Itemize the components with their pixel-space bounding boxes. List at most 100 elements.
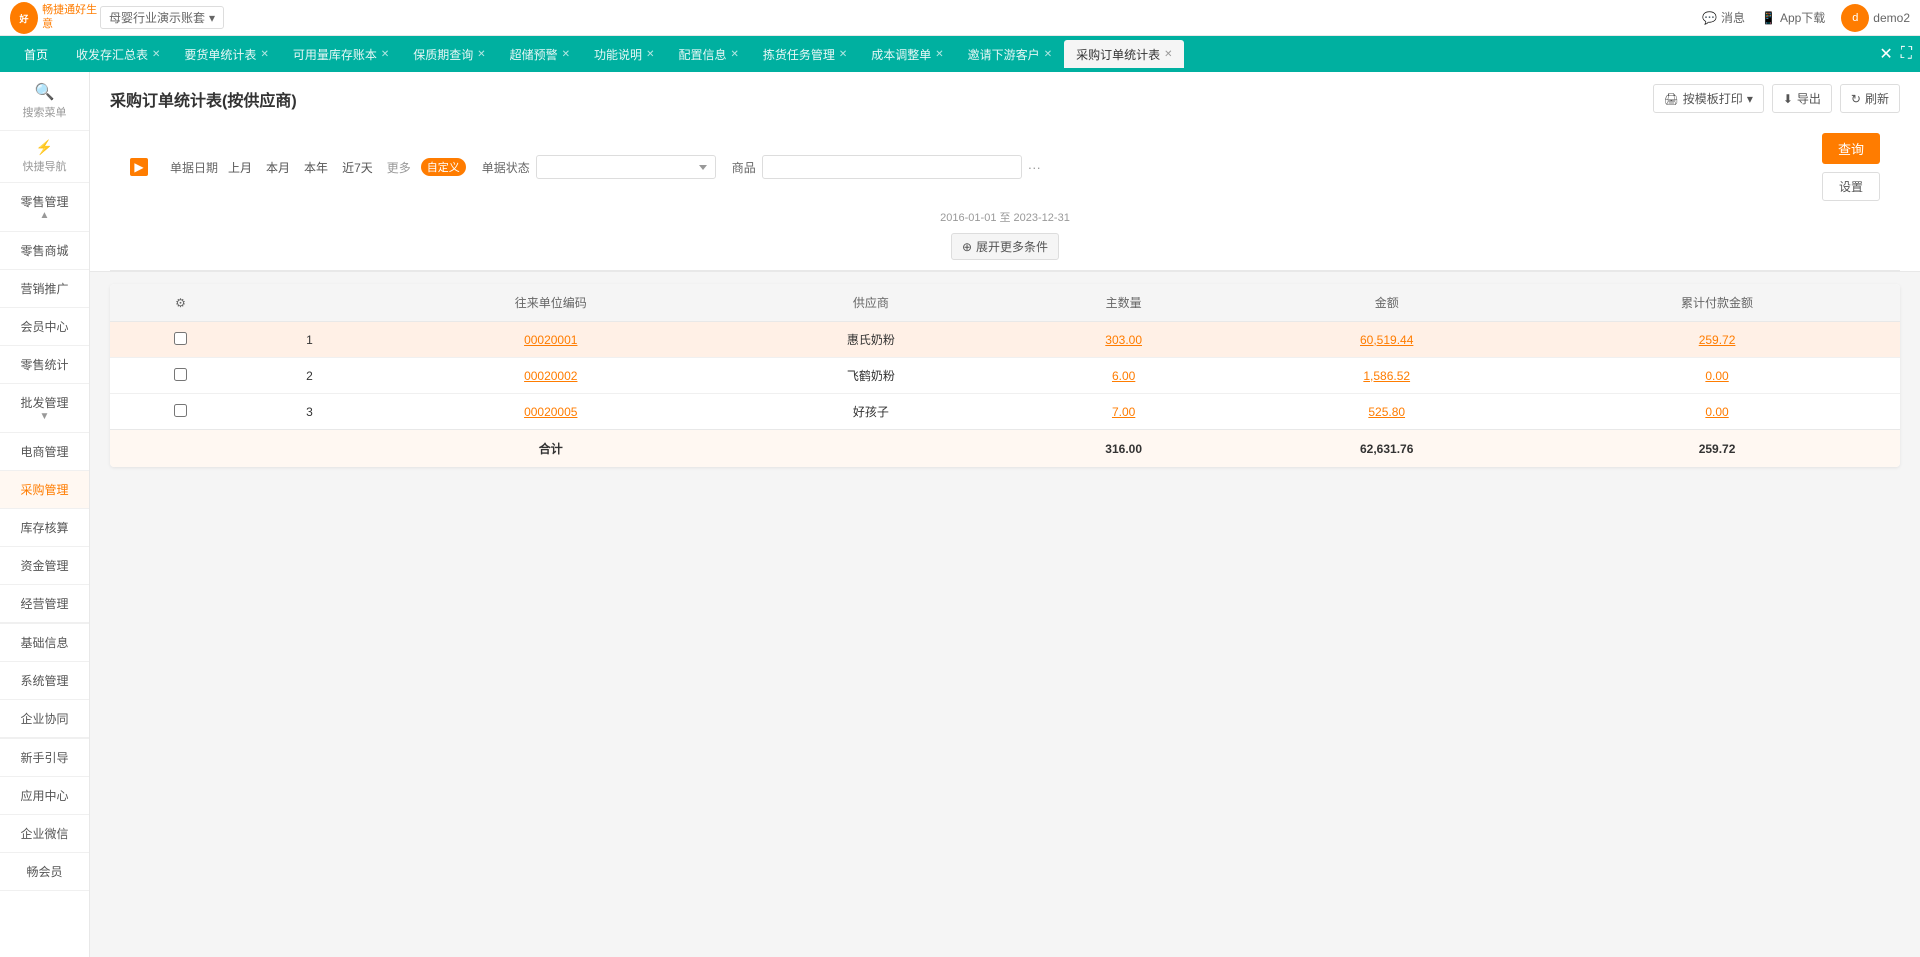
shortcut-this-year[interactable]: 本年 (300, 157, 332, 178)
message-button[interactable]: 💬 消息 (1702, 9, 1745, 26)
sidebar-item-finance[interactable]: 资金管理 (0, 547, 89, 585)
query-button[interactable]: 查询 (1822, 133, 1880, 164)
sidebar-purchase-mgmt-label: 采购管理 (20, 481, 68, 498)
sidebar-item-retail-mall[interactable]: 零售商城 (0, 232, 89, 270)
sidebar-item-ops-mgmt[interactable]: 经营管理 (0, 585, 89, 623)
th-quantity: 主数量 (1008, 284, 1239, 322)
close-gongneng-icon[interactable]: ✕ (646, 49, 654, 60)
workspace-selector[interactable]: 母婴行业演示账套 ▾ (100, 6, 224, 29)
th-settings[interactable]: ⚙ (110, 284, 251, 322)
tab-yaohuo[interactable]: 要货单统计表 ✕ (172, 40, 280, 68)
tab-peizhi[interactable]: 配置信息 ✕ (666, 40, 750, 68)
sidebar-item-member2[interactable]: 畅会员 (0, 853, 89, 891)
custom-date-tag[interactable]: 自定义 (421, 158, 466, 176)
row-0-supplier-code[interactable]: 00020001 (368, 322, 734, 358)
export-label: 导出 (1797, 90, 1821, 107)
close-keyongliang-icon[interactable]: ✕ (381, 49, 389, 60)
sidebar-search[interactable]: 🔍 搜索菜单 (0, 72, 89, 131)
close-peizhi-icon[interactable]: ✕ (730, 49, 738, 60)
close-chengben-icon[interactable]: ✕ (935, 49, 943, 60)
filter-goods-input[interactable] (762, 155, 1022, 179)
shortcut-more[interactable]: 更多 (383, 157, 415, 178)
sidebar-item-retail-mgmt[interactable]: 零售管理 ▲ (0, 183, 89, 232)
close-chaochuyujing-icon[interactable]: ✕ (562, 49, 570, 60)
sidebar-quicknav[interactable]: ⚡ 快捷导航 (0, 131, 89, 183)
sidebar-item-app-center[interactable]: 应用中心 (0, 777, 89, 815)
close-shoufazong-icon[interactable]: ✕ (152, 49, 160, 60)
tab-huopin[interactable]: 拣货任务管理 ✕ (751, 40, 859, 68)
shortcut-7days[interactable]: 近7天 (338, 157, 377, 178)
sidebar-member-label: 会员中心 (20, 318, 68, 335)
sidebar-item-inventory[interactable]: 库存核算 (0, 509, 89, 547)
app-download-button[interactable]: 📱 App下载 (1761, 9, 1825, 26)
close-baozhiqi-icon[interactable]: ✕ (477, 49, 485, 60)
filter-expand-more-row: ⊕ 展开更多条件 (130, 233, 1880, 260)
export-button[interactable]: ⬇ 导出 (1772, 84, 1832, 113)
tab-gongneng[interactable]: 功能说明 ✕ (582, 40, 666, 68)
shortcut-last-month[interactable]: 上月 (224, 157, 256, 178)
sidebar-item-purchase-mgmt[interactable]: 采购管理 (0, 471, 89, 509)
sidebar-item-member[interactable]: 会员中心 (0, 308, 89, 346)
user-avatar[interactable]: d demo2 (1841, 4, 1910, 32)
row-0-index: 1 (251, 322, 368, 358)
tab-keyongliang[interactable]: 可用量库存账本 ✕ (281, 40, 401, 68)
app-wrapper: 好 畅捷通好生意 母婴行业演示账套 ▾ 💬 消息 📱 App下载 d demo2 (0, 0, 1920, 957)
tab-chengben[interactable]: 成本调整单 ✕ (859, 40, 955, 68)
row-1-amount[interactable]: 1,586.52 (1239, 358, 1534, 394)
filter-goods-more-icon[interactable]: ··· (1028, 160, 1041, 175)
sidebar-item-newbie[interactable]: 新手引导 (0, 739, 89, 777)
filter-status-select[interactable] (536, 155, 716, 179)
sidebar-item-retail-stats[interactable]: 零售统计 (0, 346, 89, 384)
sidebar-item-enterprise-wechat[interactable]: 企业微信 (0, 815, 89, 853)
row-2-supplier-code[interactable]: 00020005 (368, 394, 734, 430)
row-2-quantity[interactable]: 7.00 (1008, 394, 1239, 430)
filter-date-shortcuts: 上月 本月 本年 近7天 更多 自定义 (224, 157, 466, 178)
tab-shoufazong[interactable]: 收发存汇总表 ✕ (64, 40, 172, 68)
row-0-quantity[interactable]: 303.00 (1008, 322, 1239, 358)
row-1-quantity[interactable]: 6.00 (1008, 358, 1239, 394)
sidebar-enterprise-label: 企业协同 (20, 710, 68, 727)
sidebar-item-ecom-mgmt[interactable]: 电商管理 (0, 433, 89, 471)
sidebar-enterprise-wechat-label: 企业微信 (20, 825, 68, 842)
row-2-amount[interactable]: 525.80 (1239, 394, 1534, 430)
tab-chaochuyujing[interactable]: 超储预警 ✕ (498, 40, 582, 68)
sidebar: 🔍 搜索菜单 ⚡ 快捷导航 零售管理 ▲ 零售商城 营销推广 会员中心 零售统计 (0, 72, 90, 957)
filter-date-range-row: 2016-01-01 至 2023-12-31 (130, 209, 1880, 225)
row-2-paid-amount[interactable]: 0.00 (1534, 394, 1900, 430)
close-yaohuo-icon[interactable]: ✕ (260, 49, 268, 60)
table-row: 3 00020005 好孩子 7.00 525.80 0.00 (110, 394, 1900, 430)
table-row: 1 00020001 惠氏奶粉 303.00 60,519.44 259.72 (110, 322, 1900, 358)
expand-more-icon: ⊕ (962, 240, 972, 254)
sidebar-item-marketing[interactable]: 营销推广 (0, 270, 89, 308)
svg-text:好: 好 (19, 13, 29, 24)
print-button[interactable]: 🖨 按模板打印 ▾ (1653, 84, 1764, 113)
close-caigou-icon[interactable]: ✕ (1164, 49, 1172, 60)
nav-maximize-button[interactable]: ⛶ (1901, 45, 1912, 63)
tab-home[interactable]: 首页 (8, 40, 64, 68)
shortcut-this-month[interactable]: 本月 (262, 157, 294, 178)
tab-baozhiqi[interactable]: 保质期查询 ✕ (401, 40, 497, 68)
settings-button[interactable]: 设置 (1822, 172, 1880, 201)
filter-expand-button[interactable]: ▶ (130, 158, 148, 176)
tab-yaoqing[interactable]: 邀请下游客户 ✕ (956, 40, 1064, 68)
sidebar-item-basic-info[interactable]: 基础信息 (0, 624, 89, 662)
row-0-paid-amount[interactable]: 259.72 (1534, 322, 1900, 358)
sidebar-item-batch-mgmt[interactable]: 批发管理 ▼ (0, 384, 89, 433)
print-icon: 🖨 (1664, 92, 1679, 106)
row-1-paid-amount[interactable]: 0.00 (1534, 358, 1900, 394)
row-1-supplier-code[interactable]: 00020002 (368, 358, 734, 394)
refresh-button[interactable]: ↻ 刷新 (1840, 84, 1900, 113)
row-0-checkbox[interactable] (110, 322, 251, 358)
sidebar-item-sys-mgmt[interactable]: 系统管理 (0, 662, 89, 700)
nav-close-button[interactable]: ✕ (1879, 44, 1892, 64)
sidebar-item-enterprise[interactable]: 企业协同 (0, 700, 89, 738)
chevron-down-icon: ▾ (209, 11, 215, 25)
table-footer-row: 合计 316.00 62,631.76 259.72 (110, 430, 1900, 468)
row-2-checkbox[interactable] (110, 394, 251, 430)
close-huopin-icon[interactable]: ✕ (839, 49, 847, 60)
expand-more-button[interactable]: ⊕ 展开更多条件 (951, 233, 1059, 260)
row-0-amount[interactable]: 60,519.44 (1239, 322, 1534, 358)
close-yaoqing-icon[interactable]: ✕ (1044, 49, 1052, 60)
tab-caigou[interactable]: 采购订单统计表 ✕ (1064, 40, 1184, 68)
row-1-checkbox[interactable] (110, 358, 251, 394)
